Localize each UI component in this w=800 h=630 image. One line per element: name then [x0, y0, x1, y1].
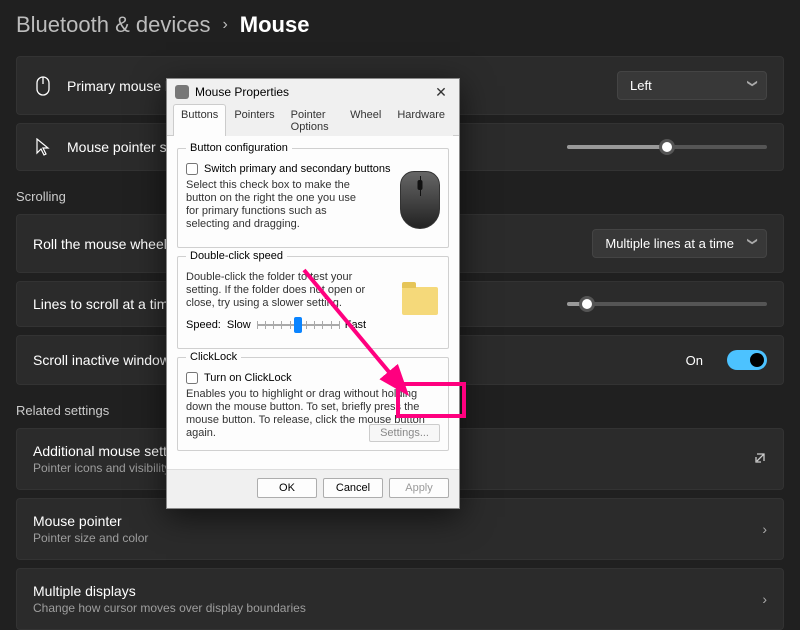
mouse-icon — [33, 76, 53, 96]
mouse-icon — [175, 85, 189, 99]
ok-button[interactable]: OK — [257, 478, 317, 498]
dialog-tabs: Buttons Pointers Pointer Options Wheel H… — [167, 103, 459, 136]
group-title: Double-click speed — [186, 250, 287, 262]
cancel-button[interactable]: Cancel — [323, 478, 383, 498]
tab-wheel[interactable]: Wheel — [342, 104, 389, 136]
speed-fast-label: Fast — [345, 319, 366, 331]
double-click-speed-slider[interactable] — [257, 316, 339, 334]
tab-buttons[interactable]: Buttons — [173, 104, 226, 136]
pointer-label: Mouse pointer — [33, 513, 122, 529]
chevron-right-icon: › — [762, 521, 767, 537]
primary-button-select[interactable]: Left — [617, 71, 767, 100]
inactive-scroll-state: On — [686, 353, 703, 368]
tab-hardware[interactable]: Hardware — [389, 104, 453, 136]
apply-button[interactable]: Apply — [389, 478, 449, 498]
switch-primary-desc: Select this check box to make the button… — [186, 179, 366, 231]
switch-primary-label: Switch primary and secondary buttons — [204, 163, 390, 175]
speed-slow-label: Slow — [227, 319, 251, 331]
lines-scroll-slider[interactable] — [567, 302, 767, 306]
close-icon[interactable]: ✕ — [429, 85, 453, 99]
double-click-desc: Double-click the folder to test your set… — [186, 271, 386, 310]
dialog-button-row: OK Cancel Apply — [167, 469, 459, 508]
breadcrumb-parent[interactable]: Bluetooth & devices — [16, 12, 210, 38]
double-click-group: Double-click speed Double-click the fold… — [177, 256, 449, 349]
group-title: ClickLock — [186, 351, 241, 363]
dialog-titlebar[interactable]: Mouse Properties ✕ — [167, 79, 459, 103]
switch-primary-checkbox[interactable]: Switch primary and secondary buttons — [186, 163, 440, 175]
clicklock-checkbox-input[interactable] — [186, 372, 198, 384]
displays-label: Multiple displays — [33, 583, 136, 599]
dialog-title: Mouse Properties — [195, 85, 429, 99]
tab-pointers[interactable]: Pointers — [226, 104, 282, 136]
group-title: Button configuration — [186, 142, 292, 154]
wheel-scroll-select[interactable]: Multiple lines at a time — [592, 229, 767, 258]
clicklock-group: ClickLock Turn on ClickLock Enables you … — [177, 357, 449, 451]
chevron-right-icon: › — [762, 591, 767, 607]
mouse-properties-dialog: Mouse Properties ✕ Buttons Pointers Poin… — [166, 78, 460, 509]
displays-sub: Change how cursor moves over display bou… — [33, 601, 748, 615]
button-config-group: Button configuration Switch primary and … — [177, 148, 449, 248]
inactive-scroll-toggle[interactable] — [727, 350, 767, 370]
clicklock-settings-button: Settings... — [369, 424, 440, 442]
switch-primary-checkbox-input[interactable] — [186, 163, 198, 175]
mouse-illustration — [400, 171, 440, 229]
multiple-displays-row[interactable]: Multiple displays Change how cursor move… — [16, 568, 784, 630]
folder-illustration[interactable] — [402, 287, 438, 315]
pointer-sub: Pointer size and color — [33, 531, 748, 545]
chevron-right-icon: › — [222, 16, 227, 34]
speed-label: Speed: — [186, 319, 221, 331]
tab-pointer-options[interactable]: Pointer Options — [283, 104, 342, 136]
breadcrumb: Bluetooth & devices › Mouse — [0, 0, 800, 56]
clicklock-label: Turn on ClickLock — [204, 372, 292, 384]
clicklock-checkbox[interactable]: Turn on ClickLock — [186, 372, 440, 384]
pointer-speed-slider[interactable] — [567, 145, 767, 149]
open-external-icon — [753, 451, 767, 468]
cursor-icon — [33, 138, 53, 156]
breadcrumb-current: Mouse — [240, 12, 310, 38]
